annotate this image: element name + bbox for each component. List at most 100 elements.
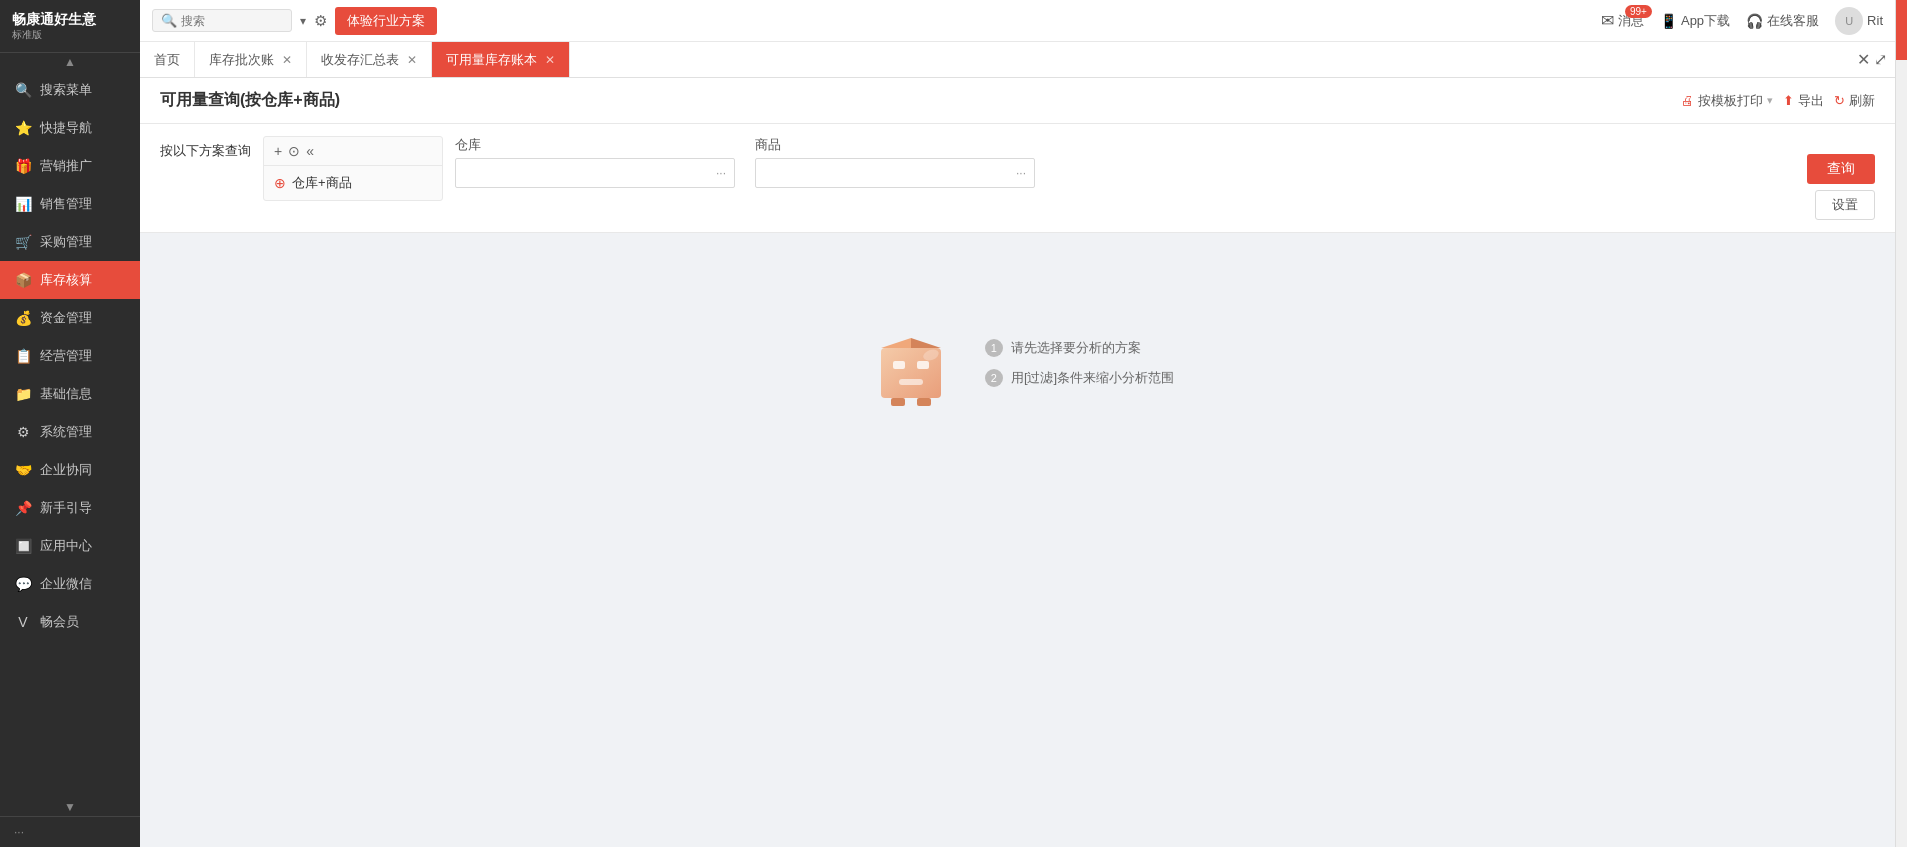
sidebar-label-newguide: 新手引导 (40, 499, 92, 517)
page-actions: 🖨 按模板打印 ▾ ⬆ 导出 ↻ 刷新 (1681, 92, 1875, 110)
sidebar-label-weixin: 企业微信 (40, 575, 92, 593)
avatar-initials: U (1845, 15, 1853, 27)
sidebar-footer[interactable]: ··· (0, 816, 140, 847)
refresh-btn[interactable]: ↻ 刷新 (1834, 92, 1875, 110)
filter-field-warehouse: 仓库 ··· (455, 136, 735, 188)
sidebar-item-purchase[interactable]: 🛒 采购管理 (0, 223, 140, 261)
tab-bar: 首页库存批次账✕收发存汇总表✕可用量库存账本✕ ✕ ⤢ (140, 42, 1895, 78)
sidebar-item-marketing[interactable]: 🎁 营销推广 (0, 147, 140, 185)
tip-text-2: 用[过滤]条件来缩小分析范围 (1011, 369, 1174, 387)
query-btn[interactable]: 查询 (1807, 154, 1875, 184)
sidebar-icon-inventory: 📦 (14, 271, 32, 289)
tab-label-batch_ledger: 库存批次账 (209, 51, 274, 69)
goods-more-btn[interactable]: ··· (1016, 166, 1026, 180)
svg-marker-2 (911, 338, 941, 348)
sidebar-scroll-down[interactable]: ▼ (0, 798, 140, 816)
svg-rect-7 (891, 398, 905, 406)
refresh-label: 刷新 (1849, 92, 1875, 110)
print-btn[interactable]: 🖨 按模板打印 ▾ (1681, 92, 1773, 110)
top-header: 🔍 ▾ ⚙ 体验行业方案 ✉ 消息 99+ 📱 App下载 🎧 在线客服 U (140, 0, 1895, 42)
header-search-input[interactable] (181, 14, 281, 28)
warehouse-more-btn[interactable]: ··· (716, 166, 726, 180)
sidebar-item-member[interactable]: V 畅会员 (0, 603, 140, 641)
mobile-icon: 📱 (1660, 13, 1677, 29)
export-btn[interactable]: ⬆ 导出 (1783, 92, 1824, 110)
sidebar-item-funds[interactable]: 💰 资金管理 (0, 299, 140, 337)
tab-batch_ledger[interactable]: 库存批次账 ✕ (195, 42, 307, 77)
sidebar-label-purchase: 采购管理 (40, 233, 92, 251)
export-label: 导出 (1798, 92, 1824, 110)
tab-label-home: 首页 (154, 51, 180, 69)
tab-receipt_summary[interactable]: 收发存汇总表 ✕ (307, 42, 432, 77)
scrollbar-thumb[interactable] (1896, 0, 1907, 60)
sidebar-icon-system: ⚙ (14, 423, 32, 441)
sidebar-item-sales[interactable]: 📊 销售管理 (0, 185, 140, 223)
sidebar-item-newguide[interactable]: 📌 新手引导 (0, 489, 140, 527)
svg-rect-8 (917, 398, 931, 406)
filter-settings-btn[interactable]: 设置 (1815, 190, 1875, 220)
print-dropdown-icon: ▾ (1767, 94, 1773, 107)
filter-scheme-panel: + ⊙ « ⊕ 仓库+商品 (263, 136, 443, 201)
sidebar-item-weixin[interactable]: 💬 企业微信 (0, 565, 140, 603)
sidebar-item-system[interactable]: ⚙ 系统管理 (0, 413, 140, 451)
user-profile[interactable]: U Rit (1835, 7, 1883, 35)
sidebar-item-enterprise[interactable]: 🤝 企业协同 (0, 451, 140, 489)
goods-field-input[interactable]: ··· (755, 158, 1035, 188)
scheme-settings-btn[interactable]: ⊙ (288, 143, 300, 159)
filter-fields: 仓库 ··· 商品 ··· (455, 136, 1795, 188)
header-dropdown-btn[interactable]: ▾ (300, 14, 306, 28)
sidebar-item-appcenter[interactable]: 🔲 应用中心 (0, 527, 140, 565)
scheme-add-btn[interactable]: + (274, 143, 282, 159)
tab-home[interactable]: 首页 (140, 42, 195, 77)
tab-close-available_ledger[interactable]: ✕ (545, 53, 555, 67)
app-version: 标准版 (12, 28, 128, 42)
trial-btn[interactable]: 体验行业方案 (335, 7, 437, 35)
app-download-btn[interactable]: 📱 App下载 (1660, 12, 1730, 30)
tip-num-1: 1 (985, 339, 1003, 357)
right-sidebar (1895, 0, 1907, 847)
sidebar-item-basic[interactable]: 📁 基础信息 (0, 375, 140, 413)
sidebar-icon-purchase: 🛒 (14, 233, 32, 251)
app-logo: 畅康通好生意 标准版 (0, 0, 140, 53)
tab-expand-btn[interactable]: ⤢ (1874, 50, 1887, 69)
svg-marker-1 (881, 338, 911, 348)
sidebar-label-basic: 基础信息 (40, 385, 92, 403)
goods-input[interactable] (764, 166, 1010, 181)
tab-available_ledger[interactable]: 可用量库存账本✕ (432, 42, 570, 77)
header-gear-btn[interactable]: ⚙ (314, 12, 327, 30)
sidebar-item-inventory[interactable]: 📦 库存核算 (0, 261, 140, 299)
sidebar-label-inventory: 库存核算 (40, 271, 92, 289)
svg-rect-3 (893, 361, 905, 369)
scheme-item-warehouse-goods[interactable]: ⊕ 仓库+商品 (264, 166, 442, 200)
scheme-collapse-btn[interactable]: « (306, 143, 314, 159)
sidebar-icon-enterprise: 🤝 (14, 461, 32, 479)
sidebar-label-search: 搜索菜单 (40, 81, 92, 99)
notifications-btn[interactable]: ✉ 消息 99+ (1601, 11, 1644, 30)
sidebar-icon-marketing: 🎁 (14, 157, 32, 175)
sidebar-item-quicknav[interactable]: ⭐ 快捷导航 (0, 109, 140, 147)
tip-num-2: 2 (985, 369, 1003, 387)
tab-label-receipt_summary: 收发存汇总表 (321, 51, 399, 69)
goods-field-label: 商品 (755, 136, 1035, 154)
sidebar-icon-search: 🔍 (14, 81, 32, 99)
sidebar-item-operation[interactable]: 📋 经营管理 (0, 337, 140, 375)
app-name: 畅康通好生意 (12, 10, 128, 28)
message-icon: ✉ (1601, 11, 1614, 30)
sidebar-icon-quicknav: ⭐ (14, 119, 32, 137)
svg-rect-4 (917, 361, 929, 369)
sidebar-icon-newguide: 📌 (14, 499, 32, 517)
online-service-btn[interactable]: 🎧 在线客服 (1746, 12, 1819, 30)
search-icon: 🔍 (161, 13, 177, 28)
warehouse-field-input[interactable]: ··· (455, 158, 735, 188)
tab-close-batch_ledger[interactable]: ✕ (282, 53, 292, 67)
sidebar-scroll-up[interactable]: ▲ (0, 53, 140, 71)
tab-close-receipt_summary[interactable]: ✕ (407, 53, 417, 67)
header-search-box[interactable]: 🔍 (152, 9, 292, 32)
sidebar-item-search[interactable]: 🔍 搜索菜单 (0, 71, 140, 109)
page-header: 可用量查询(按仓库+商品) 🖨 按模板打印 ▾ ⬆ 导出 ↻ 刷新 (140, 78, 1895, 124)
content-area: 可用量查询(按仓库+商品) 🖨 按模板打印 ▾ ⬆ 导出 ↻ 刷新 按以下方案 (140, 78, 1895, 847)
sidebar-label-member: 畅会员 (40, 613, 79, 631)
tab-close-all-btn[interactable]: ✕ (1857, 50, 1870, 69)
warehouse-input[interactable] (464, 166, 710, 181)
sidebar-icon-basic: 📁 (14, 385, 32, 403)
